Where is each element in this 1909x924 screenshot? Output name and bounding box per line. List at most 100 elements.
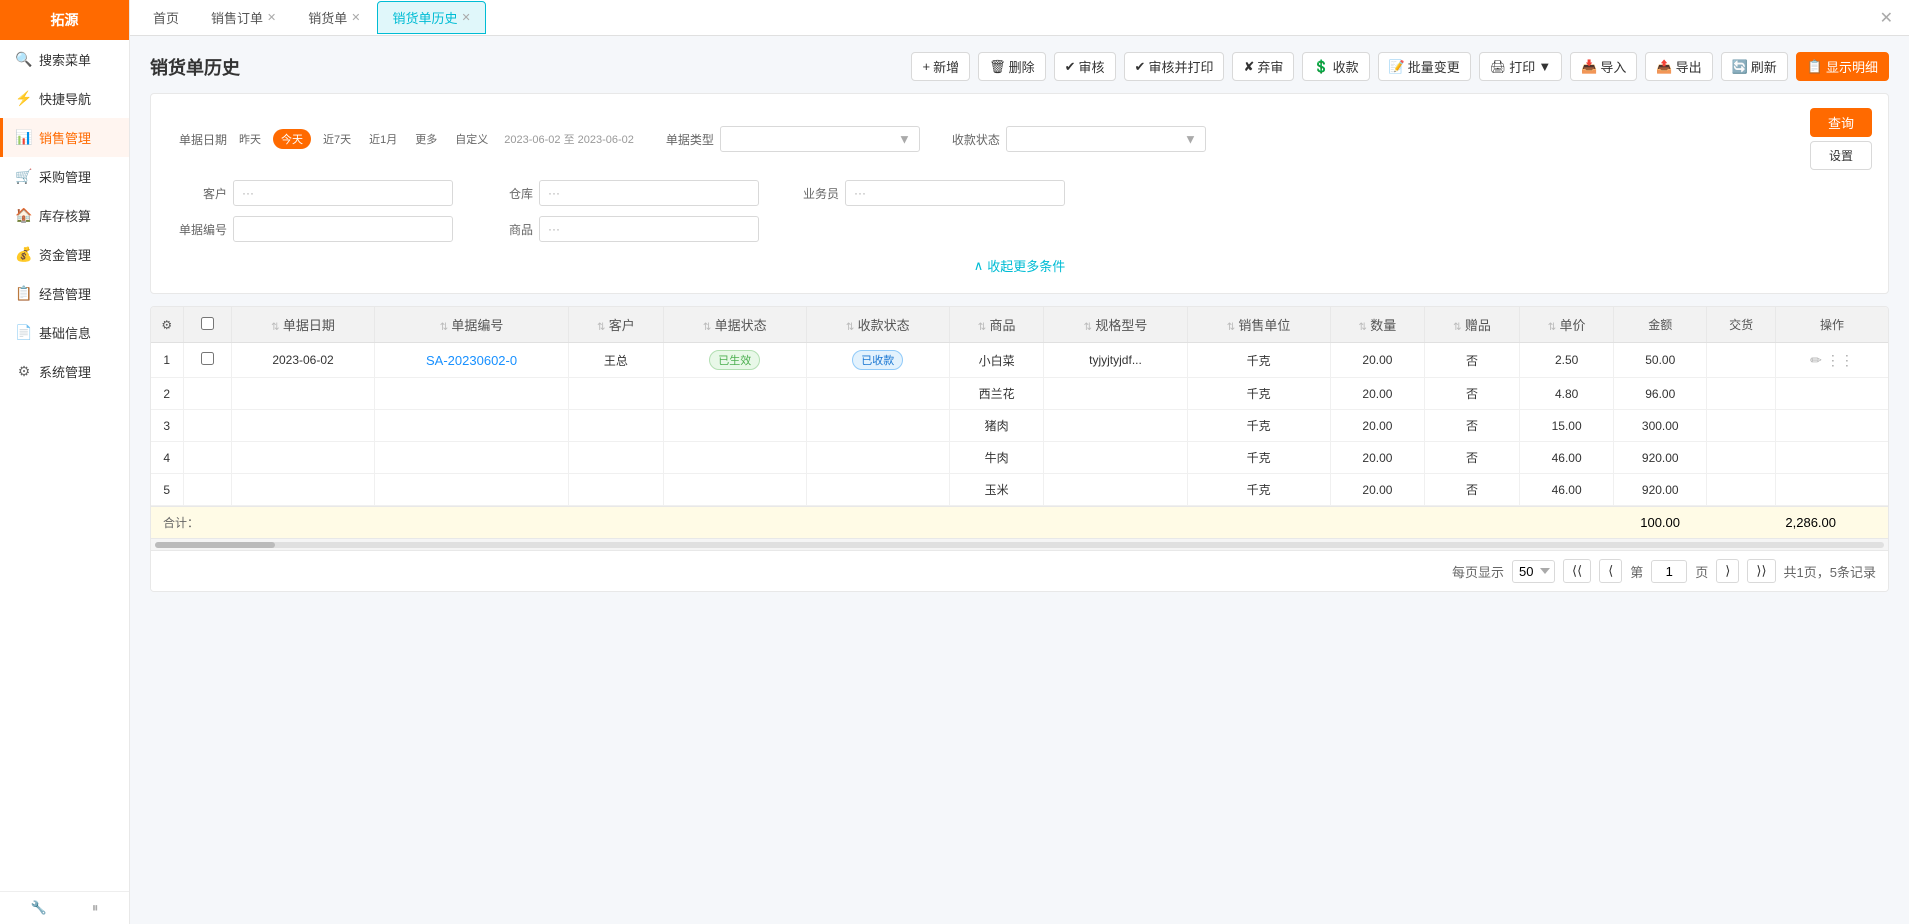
table-footer: 合计： 100.00 2,286.00 — [151, 506, 1888, 538]
date-tag-custom[interactable]: 自定义 — [449, 129, 494, 149]
tab-home[interactable]: 首页 — [138, 1, 194, 34]
first-page-button[interactable]: ⟨⟨ — [1563, 559, 1591, 583]
row-price: 4.80 — [1519, 378, 1614, 410]
sort-icon: ⇅ — [1453, 322, 1461, 333]
tab-sales-history[interactable]: 销货单历史 ✕ — [377, 1, 485, 34]
sidebar-item-search-menu[interactable]: 🔍 搜索菜单 — [0, 40, 129, 79]
add-button[interactable]: +新增 — [911, 52, 970, 81]
sidebar-item-basic-info[interactable]: 📄 基础信息 — [0, 313, 129, 352]
row-price: 15.00 — [1519, 410, 1614, 442]
page-number-input[interactable] — [1651, 560, 1687, 583]
gift-column-header[interactable]: ⇅ 赠品 — [1425, 307, 1520, 343]
last-page-button[interactable]: ⟩⟩ — [1747, 559, 1775, 583]
sidebar-item-finance[interactable]: 💰 资金管理 — [0, 235, 129, 274]
sidebar-item-sales-mgmt[interactable]: 📊 销售管理 — [0, 118, 129, 157]
per-page-select[interactable]: 50 — [1512, 560, 1555, 583]
customer-input[interactable]: ··· — [233, 180, 453, 206]
data-table: ⚙ ⇅ 单据日期 ⇅ 单据编号 ⇅ 客户 ⇅ 单据状态 ⇅ 收款状态 ⇅ 商品 … — [150, 306, 1889, 592]
edit-action-icon[interactable]: ✏ — [1810, 352, 1822, 368]
unit-column-header[interactable]: ⇅ 销售单位 — [1187, 307, 1330, 343]
row-checkbox[interactable] — [183, 442, 231, 474]
sidebar-collapse-icon[interactable]: ⏸ — [92, 900, 99, 916]
row-select-checkbox[interactable] — [201, 352, 214, 365]
sidebar-item-inventory[interactable]: 🏠 库存核算 — [0, 196, 129, 235]
prev-page-button[interactable]: ⟨ — [1599, 559, 1622, 583]
doc-type-input[interactable]: ▼ — [720, 126, 920, 152]
sidebar-settings-icon[interactable]: 🔧 — [31, 900, 47, 916]
collect-status-input[interactable]: ▼ — [1006, 126, 1206, 152]
date-tag-more[interactable]: 更多 — [409, 129, 443, 149]
warehouse-dots[interactable]: ··· — [548, 186, 560, 200]
goods-column-header[interactable]: ⇅ 商品 — [949, 307, 1044, 343]
refresh-icon: 🔄 — [1732, 59, 1748, 75]
date-tag-today[interactable]: 今天 — [273, 129, 311, 149]
customer-column-header[interactable]: ⇅ 客户 — [569, 307, 664, 343]
sales-staff-dots[interactable]: ··· — [854, 186, 866, 200]
date-tag-7days[interactable]: 近7天 — [317, 129, 357, 149]
select-all-checkbox[interactable] — [201, 317, 214, 330]
row-checkbox[interactable] — [183, 378, 231, 410]
setting-button[interactable]: 设置 — [1810, 141, 1872, 170]
next-page-button[interactable]: ⟩ — [1716, 559, 1739, 583]
scrollbar-track[interactable] — [155, 542, 1884, 548]
batch-change-button[interactable]: 📝批量变更 — [1378, 52, 1471, 81]
collapse-button[interactable]: ∧ 收起更多条件 — [167, 252, 1872, 279]
print-button[interactable]: 🖨打印▼ — [1479, 52, 1562, 81]
more-action-icon[interactable]: ⋮⋮ — [1826, 352, 1854, 368]
abandon-button[interactable]: ✘弃审 — [1232, 52, 1294, 81]
row-checkbox[interactable] — [183, 343, 231, 378]
tab-sales-history-close[interactable]: ✕ — [462, 11, 471, 24]
sidebar-item-purchase-mgmt[interactable]: 🛒 采购管理 — [0, 157, 129, 196]
query-button[interactable]: 查询 — [1810, 108, 1872, 137]
row-num: 4 — [151, 442, 183, 474]
row-checkbox[interactable] — [183, 474, 231, 506]
import-button[interactable]: 📥导入 — [1570, 52, 1637, 81]
tab-sales-order-close[interactable]: ✕ — [267, 11, 276, 24]
date-tag-yesterday[interactable]: 昨天 — [233, 129, 267, 149]
qty-column-header[interactable]: ⇅ 数量 — [1330, 307, 1425, 343]
collectstatus-column-header[interactable]: ⇅ 收款状态 — [806, 307, 949, 343]
review-print-icon: ✔ — [1135, 59, 1146, 75]
checkbox-column-header[interactable] — [183, 307, 231, 343]
tab-sales-goods[interactable]: 销货单 ✕ — [293, 1, 375, 34]
goods-input[interactable]: ··· — [539, 216, 759, 242]
review-print-button[interactable]: ✔审核并打印 — [1124, 52, 1225, 81]
docstatus-column-header[interactable]: ⇅ 单据状态 — [663, 307, 806, 343]
collect-status-badge: 已收款 — [852, 350, 903, 370]
tab-sales-order[interactable]: 销售订单 ✕ — [196, 1, 291, 34]
sidebar-item-sys-mgmt[interactable]: ⚙ 系统管理 — [0, 352, 129, 391]
sales-staff-input[interactable]: ··· — [845, 180, 1065, 206]
row-checkbox[interactable] — [183, 410, 231, 442]
sidebar-item-quick-nav[interactable]: ⚡ 快捷导航 — [0, 79, 129, 118]
customer-dots[interactable]: ··· — [242, 186, 254, 200]
goods-dots[interactable]: ··· — [548, 222, 560, 236]
filter-row-3: 单据编号 商品 ··· — [167, 216, 1872, 242]
row-num: 1 — [151, 343, 183, 378]
review-button[interactable]: ✔审核 — [1054, 52, 1116, 81]
spec-column-header[interactable]: ⇅ 规格型号 — [1044, 307, 1187, 343]
window-close-icon[interactable]: ✕ — [1872, 8, 1901, 28]
row-qty: 20.00 — [1330, 474, 1425, 506]
footer-label: 合计： — [163, 514, 223, 531]
sort-icon: ⇅ — [1548, 322, 1556, 333]
doc-no-input[interactable] — [233, 216, 453, 242]
doc-no-link[interactable]: SA-20230602-0 — [426, 353, 517, 368]
refresh-button[interactable]: 🔄刷新 — [1721, 52, 1788, 81]
show-detail-button[interactable]: 📋显示明细 — [1796, 52, 1889, 81]
date-tag-1month[interactable]: 近1月 — [363, 129, 403, 149]
doc-type-label: 单据类型 — [654, 131, 714, 148]
delete-button[interactable]: 🗑删除 — [978, 52, 1046, 81]
price-column-header[interactable]: ⇅ 单价 — [1519, 307, 1614, 343]
scrollbar-thumb[interactable] — [155, 542, 275, 548]
export-button[interactable]: 📤导出 — [1645, 52, 1712, 81]
collect-button[interactable]: 💲收款 — [1302, 52, 1369, 81]
date-column-header[interactable]: ⇅ 单据日期 — [231, 307, 374, 343]
gear-column-header[interactable]: ⚙ — [151, 307, 183, 343]
docno-column-header[interactable]: ⇅ 单据编号 — [375, 307, 569, 343]
content-area: 销货单历史 +新增 🗑删除 ✔审核 ✔审核并打印 ✘弃审 💲收款 📝批量变更 🖨… — [130, 36, 1909, 924]
horizontal-scrollbar[interactable] — [151, 538, 1888, 550]
warehouse-input[interactable]: ··· — [539, 180, 759, 206]
doc-no-filter: 单据编号 — [167, 216, 453, 242]
sidebar-item-operations[interactable]: 📋 经营管理 — [0, 274, 129, 313]
tab-sales-goods-close[interactable]: ✕ — [351, 11, 360, 24]
